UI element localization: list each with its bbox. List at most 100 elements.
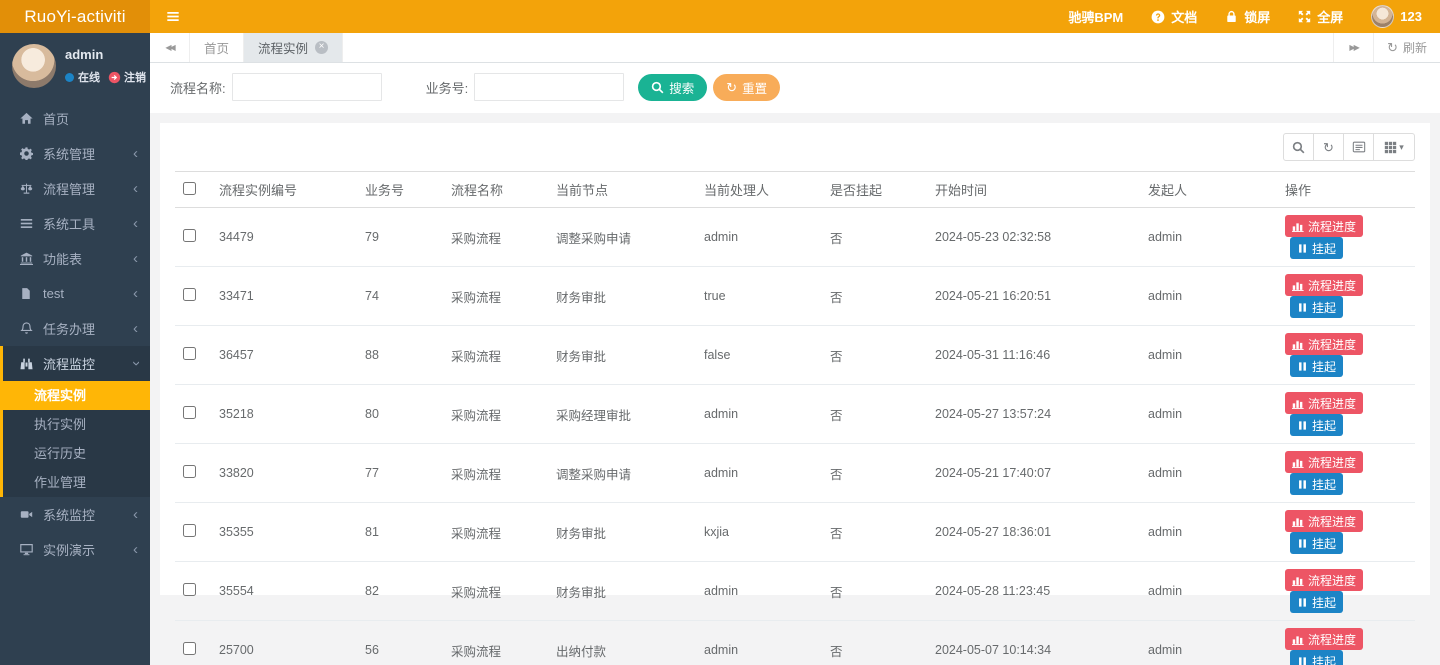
suspend-button[interactable]: 挂起 <box>1290 355 1344 377</box>
cell-actions: 流程进度 挂起 <box>1281 502 1415 562</box>
table-refresh-button[interactable]: ↻ <box>1313 133 1344 161</box>
row-checkbox[interactable] <box>183 288 196 301</box>
select-all-checkbox[interactable] <box>183 181 196 195</box>
row-checkbox-cell <box>175 502 215 562</box>
suspend-button-label: 挂起 <box>1312 477 1337 492</box>
business-no-input[interactable] <box>474 73 625 101</box>
sidebar-subitem-process-instances[interactable]: 流程实例 <box>3 381 150 410</box>
chevron-left-icon: ‹ <box>133 285 138 302</box>
tab-close-icon[interactable]: × <box>315 41 329 54</box>
cell-suspended: 否 <box>826 207 931 267</box>
row-checkbox[interactable] <box>183 642 196 655</box>
tab-refresh-button[interactable]: ↻ 刷新 <box>1373 33 1440 62</box>
cell-start: 2024-05-27 18:36:01 <box>931 502 1144 562</box>
reset-button[interactable]: ↻ 重置 <box>713 73 781 101</box>
progress-button-label: 流程进度 <box>1308 455 1357 470</box>
sidebar-item-label: test <box>43 286 64 301</box>
suspend-button[interactable]: 挂起 <box>1290 237 1344 259</box>
cell-id: 35218 <box>215 384 361 444</box>
sidebar-item-process-monitor[interactable]: 流程监控 ‹ <box>3 346 150 381</box>
cell-biz: 79 <box>361 207 447 267</box>
pause-icon <box>1297 420 1308 431</box>
suspend-button[interactable]: 挂起 <box>1290 591 1344 613</box>
suspend-button[interactable]: 挂起 <box>1290 532 1344 554</box>
user-name: admin <box>65 47 104 62</box>
user-avatar[interactable] <box>12 44 56 88</box>
nav-docs[interactable]: 文档 <box>1151 7 1197 26</box>
process-progress-button[interactable]: 流程进度 <box>1285 510 1364 532</box>
sidebar-item-demo[interactable]: 实例演示 ‹ <box>0 532 150 567</box>
sidebar-toggle-button[interactable] <box>150 0 196 33</box>
column-header: 是否挂起 <box>826 171 931 208</box>
sidebar-subitem-job-mgmt[interactable]: 作业管理 <box>3 468 150 497</box>
tab-process-instances[interactable]: 流程实例 × <box>244 33 344 62</box>
reset-icon: ↻ <box>726 79 738 95</box>
row-checkbox[interactable] <box>183 406 196 419</box>
cell-start: 2024-05-21 16:20:51 <box>931 266 1144 326</box>
table-row: 35218 80 采购流程 采购经理审批 admin 否 2024-05-27 13:57:… <box>175 384 1415 444</box>
cell-node: 调整采购申请 <box>552 443 700 503</box>
row-checkbox[interactable] <box>183 347 196 360</box>
sidebar-item-process-mgmt[interactable]: 流程管理 ‹ <box>0 171 150 206</box>
suspend-button[interactable]: 挂起 <box>1290 414 1344 436</box>
process-progress-button[interactable]: 流程进度 <box>1285 392 1364 414</box>
cell-suspended: 否 <box>826 325 931 385</box>
sidebar-item-test[interactable]: test ‹ <box>0 276 150 311</box>
suspend-button[interactable]: 挂起 <box>1290 650 1344 665</box>
cell-proc: 采购流程 <box>447 561 552 621</box>
user-panel: admin 在线 注销 <box>0 33 150 101</box>
search-button[interactable]: 搜索 <box>638 73 708 101</box>
nav-fullscreen[interactable]: 全屏 <box>1298 7 1343 26</box>
sidebar-item-task-handling[interactable]: 任务办理 ‹ <box>0 311 150 346</box>
sidebar-item-home[interactable]: 首页 <box>0 101 150 136</box>
tabs-scroll-left-button[interactable]: ◀◀ <box>150 33 190 62</box>
menu-section-function-table: 功能表 ‹ <box>0 241 150 276</box>
process-progress-button[interactable]: 流程进度 <box>1285 215 1364 237</box>
cell-assignee: admin <box>700 384 826 444</box>
nav-label: 全屏 <box>1317 10 1344 25</box>
nav-user[interactable]: 123 <box>1371 5 1422 28</box>
sidebar-item-system-mgmt[interactable]: 系统管理 ‹ <box>0 136 150 171</box>
sidebar-item-label: 流程监控 <box>43 357 96 372</box>
row-checkbox[interactable] <box>183 229 196 242</box>
suspend-button[interactable]: 挂起 <box>1290 473 1344 495</box>
cell-actions: 流程进度 挂起 <box>1281 207 1415 267</box>
table-search-toggle-button[interactable] <box>1283 133 1314 161</box>
cell-initiator: admin <box>1144 266 1281 326</box>
nav-label: 驰骋BPM <box>1068 10 1124 25</box>
suspend-button[interactable]: 挂起 <box>1290 296 1344 318</box>
process-progress-button[interactable]: 流程进度 <box>1285 628 1364 650</box>
business-no-label: 业务号: <box>425 80 469 96</box>
table-detail-view-button[interactable] <box>1343 133 1374 161</box>
table-columns-button[interactable]: ▾ <box>1373 133 1415 161</box>
user-avatar-small <box>1371 5 1395 28</box>
cell-node: 财务审批 <box>552 561 700 621</box>
nav-label: 锁屏 <box>1244 10 1271 25</box>
table-row: 33471 74 采购流程 财务审批 true 否 2024-05-21 16:20:51 a… <box>175 266 1415 326</box>
sidebar-item-label: 首页 <box>43 112 70 127</box>
cell-assignee: true <box>700 266 826 326</box>
nav-bpm[interactable]: 驰骋BPM <box>1068 7 1123 26</box>
logout-link[interactable]: 注销 <box>108 69 146 85</box>
sidebar-item-function-table[interactable]: 功能表 ‹ <box>0 241 150 276</box>
binoculars-icon <box>20 357 36 370</box>
sidebar-subitem-run-history[interactable]: 运行历史 <box>3 439 150 468</box>
menu-section-task-handling: 任务办理 ‹ <box>0 311 150 346</box>
sidebar-item-system-tools[interactable]: 系统工具 ‹ <box>0 206 150 241</box>
cell-node: 调整采购申请 <box>552 207 700 267</box>
row-checkbox[interactable] <box>183 524 196 537</box>
tab-home[interactable]: 首页 <box>190 33 245 62</box>
sidebar-subitem-execution-instances[interactable]: 执行实例 <box>3 410 150 439</box>
row-checkbox[interactable] <box>183 465 196 478</box>
tabs-scroll-right-button[interactable]: ▶▶ <box>1333 33 1373 62</box>
process-progress-button[interactable]: 流程进度 <box>1285 451 1364 473</box>
process-progress-button[interactable]: 流程进度 <box>1285 569 1364 591</box>
row-checkbox[interactable] <box>183 583 196 596</box>
process-name-input[interactable] <box>231 73 382 101</box>
cell-biz: 56 <box>361 620 447 665</box>
process-progress-button[interactable]: 流程进度 <box>1285 274 1364 296</box>
sidebar-item-system-monitor[interactable]: 系统监控 ‹ <box>0 497 150 532</box>
process-progress-button[interactable]: 流程进度 <box>1285 333 1364 355</box>
nav-lock-screen[interactable]: 锁屏 <box>1225 7 1270 26</box>
row-checkbox-cell <box>175 384 215 444</box>
